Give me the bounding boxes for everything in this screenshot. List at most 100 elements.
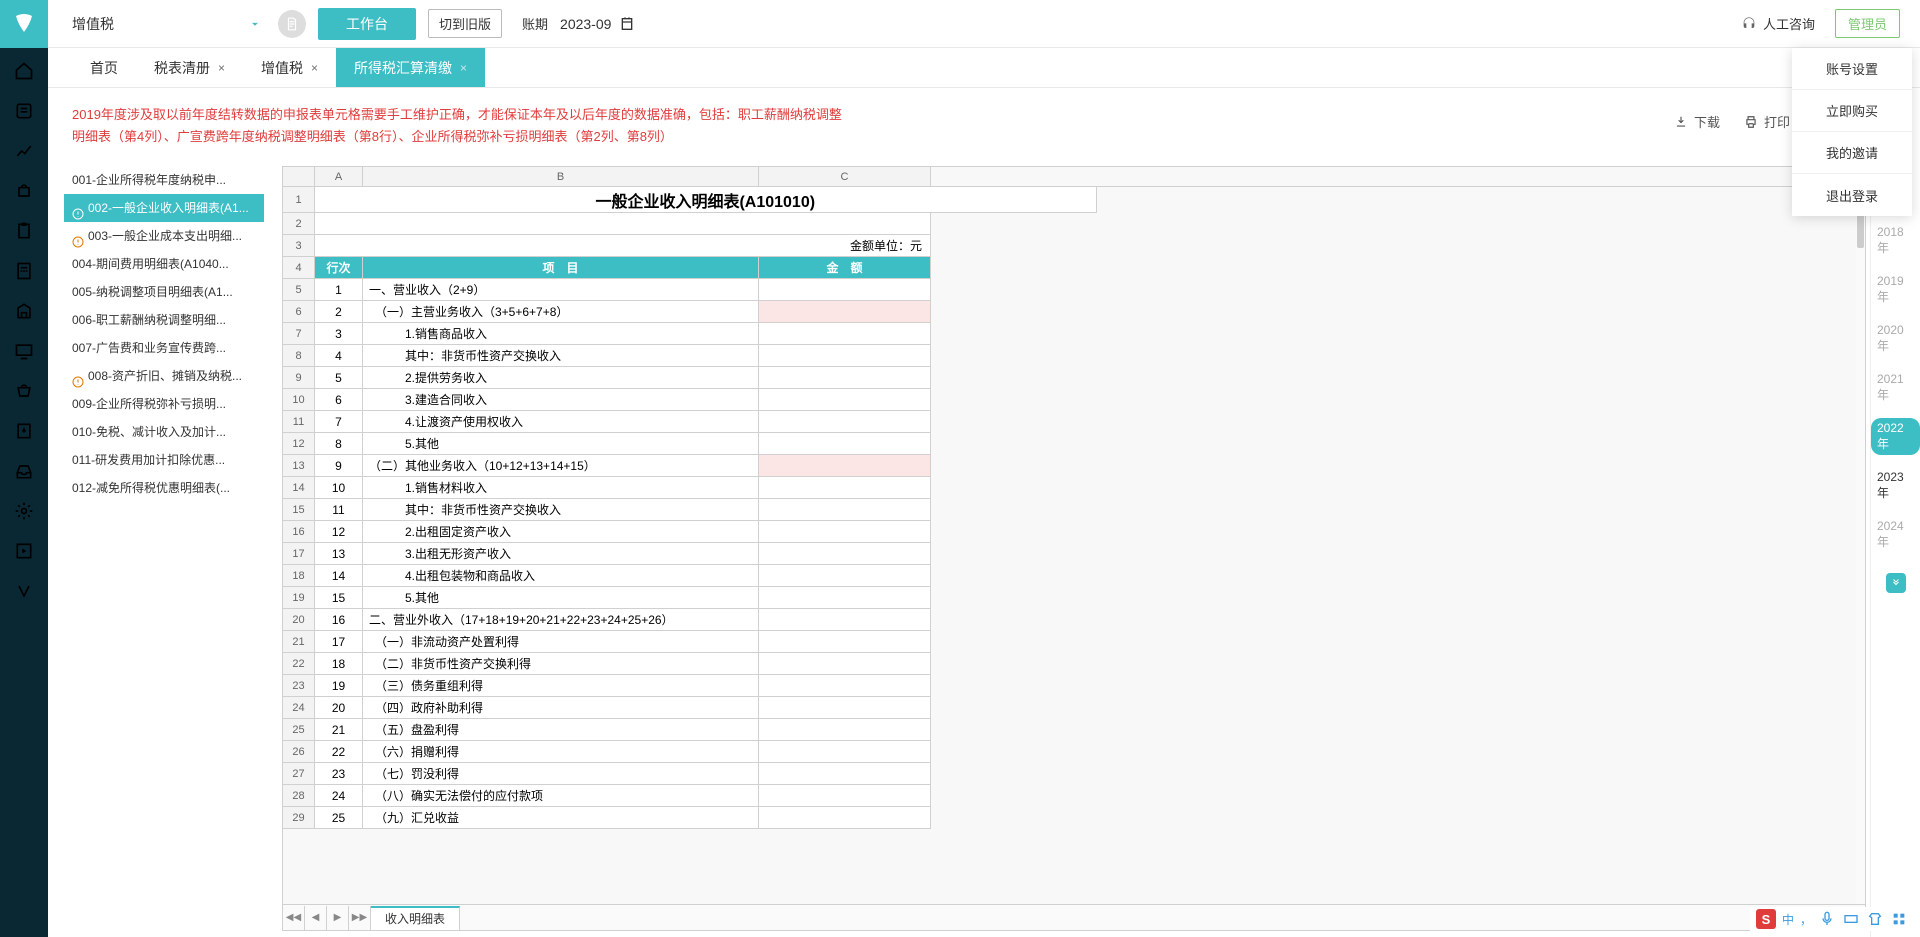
nav-display-icon[interactable] xyxy=(13,340,35,362)
amount-cell[interactable] xyxy=(759,455,931,477)
period-picker[interactable]: 2023-09 xyxy=(560,16,635,32)
amount-cell[interactable] xyxy=(759,499,931,521)
amount-cell[interactable] xyxy=(759,719,931,741)
amount-cell[interactable] xyxy=(759,785,931,807)
admin-menu-item[interactable]: 立即购买 xyxy=(1792,90,1912,132)
download-action[interactable]: 下载 xyxy=(1674,112,1720,131)
amount-cell[interactable] xyxy=(759,301,931,323)
amount-cell[interactable] xyxy=(759,587,931,609)
tree-item[interactable]: 012-减免所得税优惠明细表(... xyxy=(64,474,264,502)
ime-lang[interactable]: 中 xyxy=(1782,911,1794,928)
tree-item[interactable]: 002-一般企业收入明细表(A1... xyxy=(64,194,264,222)
human-consult-link[interactable]: 人工咨询 xyxy=(1741,14,1815,33)
sheet-nav-first[interactable]: ◀◀ xyxy=(283,906,305,930)
nav-v-icon[interactable] xyxy=(13,580,35,602)
toggle-circle-button[interactable] xyxy=(278,10,306,38)
amount-cell[interactable] xyxy=(759,323,931,345)
amount-cell[interactable] xyxy=(759,653,931,675)
amount-cell[interactable] xyxy=(759,367,931,389)
nav-temple-icon[interactable] xyxy=(13,300,35,322)
year-option[interactable]: 2022年 xyxy=(1871,418,1920,455)
amount-cell[interactable] xyxy=(759,741,931,763)
amount-cell[interactable] xyxy=(759,279,931,301)
amount-cell[interactable] xyxy=(759,565,931,587)
tree-item[interactable]: 006-职工薪酬纳税调整明细... xyxy=(64,306,264,334)
spreadsheet: A B C 1一般企业收入明细表(A101010)23金额单位：元4行次项 目金… xyxy=(282,166,1866,905)
workbench-button[interactable]: 工作台 xyxy=(318,8,416,40)
admin-button[interactable]: 管理员 xyxy=(1835,9,1900,38)
nav-ledger-icon[interactable] xyxy=(13,100,35,122)
tree-item[interactable]: 011-研发费用加计扣除优惠... xyxy=(64,446,264,474)
tree-item[interactable]: 005-纳税调整项目明细表(A1... xyxy=(64,278,264,306)
ime-keyboard-icon[interactable] xyxy=(1842,910,1860,928)
amount-cell[interactable] xyxy=(759,697,931,719)
admin-menu-item[interactable]: 我的邀请 xyxy=(1792,132,1912,174)
row-number: 1 xyxy=(315,279,363,301)
year-option[interactable]: 2020年 xyxy=(1871,320,1920,357)
ime-toolbox-icon[interactable] xyxy=(1890,910,1908,928)
company-selector[interactable]: 增值税 xyxy=(72,14,262,34)
tab[interactable]: 所得税汇算清缴× xyxy=(336,48,485,87)
amount-cell[interactable] xyxy=(759,543,931,565)
sheet-tab[interactable]: 收入明细表 xyxy=(371,906,460,930)
year-option[interactable]: 2023年 xyxy=(1871,467,1920,504)
item-label: 1.销售商品收入 xyxy=(363,323,759,345)
vertical-scrollbar[interactable] xyxy=(1856,166,1866,905)
sheet-nav-prev[interactable]: ◀ xyxy=(305,906,327,930)
sheet-nav-next[interactable]: ▶ xyxy=(327,906,349,930)
sheet-nav-last[interactable]: ▶▶ xyxy=(349,906,371,930)
amount-cell[interactable] xyxy=(759,807,931,829)
amount-cell[interactable] xyxy=(759,763,931,785)
year-expand-button[interactable] xyxy=(1886,573,1906,593)
tab-close-icon[interactable]: × xyxy=(311,61,318,75)
switch-old-version-button[interactable]: 切到旧版 xyxy=(428,9,502,38)
tree-item[interactable]: 001-企业所得税年度纳税申... xyxy=(64,166,264,194)
tab[interactable]: 首页 xyxy=(72,48,136,87)
tree-item[interactable]: 008-资产折旧、摊销及纳税... xyxy=(64,362,264,390)
amount-cell[interactable] xyxy=(759,411,931,433)
amount-cell[interactable] xyxy=(759,675,931,697)
tab-close-icon[interactable]: × xyxy=(460,61,467,75)
tree-item[interactable]: 010-免税、减计收入及加计... xyxy=(64,418,264,446)
nav-play-icon[interactable] xyxy=(13,540,35,562)
tree-item[interactable]: 007-广告费和业务宣传费跨... xyxy=(64,334,264,362)
nav-settings-icon[interactable] xyxy=(13,500,35,522)
horizontal-scrollbar[interactable]: ◀ ▶ xyxy=(460,908,1865,928)
sheet-body[interactable]: 1一般企业收入明细表(A101010)23金额单位：元4行次项 目金 额51一、… xyxy=(283,187,1865,904)
amount-cell[interactable] xyxy=(759,345,931,367)
year-option[interactable]: 2018年 xyxy=(1871,222,1920,259)
tree-item[interactable]: 009-企业所得税弥补亏损明... xyxy=(64,390,264,418)
amount-cell[interactable] xyxy=(759,477,931,499)
ime-mic-icon[interactable] xyxy=(1818,910,1836,928)
year-option[interactable]: 2019年 xyxy=(1871,271,1920,308)
tab[interactable]: 税表清册× xyxy=(136,48,243,87)
amount-cell[interactable] xyxy=(759,521,931,543)
amount-cell[interactable] xyxy=(759,631,931,653)
nav-analytics-icon[interactable] xyxy=(13,140,35,162)
admin-menu-item[interactable]: 账号设置 xyxy=(1792,48,1912,90)
amount-cell[interactable] xyxy=(759,389,931,411)
tab[interactable]: 增值税× xyxy=(243,48,336,87)
print-action[interactable]: 打印 xyxy=(1744,112,1790,131)
row-number: 4 xyxy=(315,345,363,367)
year-option[interactable]: 2024年 xyxy=(1871,516,1920,553)
app-logo[interactable] xyxy=(0,0,48,48)
year-option[interactable]: 2021年 xyxy=(1871,369,1920,406)
nav-tax-icon[interactable] xyxy=(13,380,35,402)
amount-cell[interactable] xyxy=(759,433,931,455)
nav-home-icon[interactable] xyxy=(13,60,35,82)
ime-punct[interactable]: ， xyxy=(1800,911,1812,928)
nav-inbox-icon[interactable] xyxy=(13,460,35,482)
amount-cell[interactable] xyxy=(759,609,931,631)
ime-sogou-icon[interactable]: S xyxy=(1756,909,1776,929)
tree-item[interactable]: 004-期间费用明细表(A1040... xyxy=(64,250,264,278)
admin-menu-item[interactable]: 退出登录 xyxy=(1792,174,1912,216)
tree-item[interactable]: 003-一般企业成本支出明细... xyxy=(64,222,264,250)
tab-close-icon[interactable]: × xyxy=(218,61,225,75)
item-label: 3.出租无形资产收入 xyxy=(363,543,759,565)
nav-export-icon[interactable] xyxy=(13,420,35,442)
nav-clipboard-icon[interactable] xyxy=(13,220,35,242)
nav-wallet-icon[interactable] xyxy=(13,180,35,202)
ime-skin-icon[interactable] xyxy=(1866,910,1884,928)
nav-calc-icon[interactable] xyxy=(13,260,35,282)
